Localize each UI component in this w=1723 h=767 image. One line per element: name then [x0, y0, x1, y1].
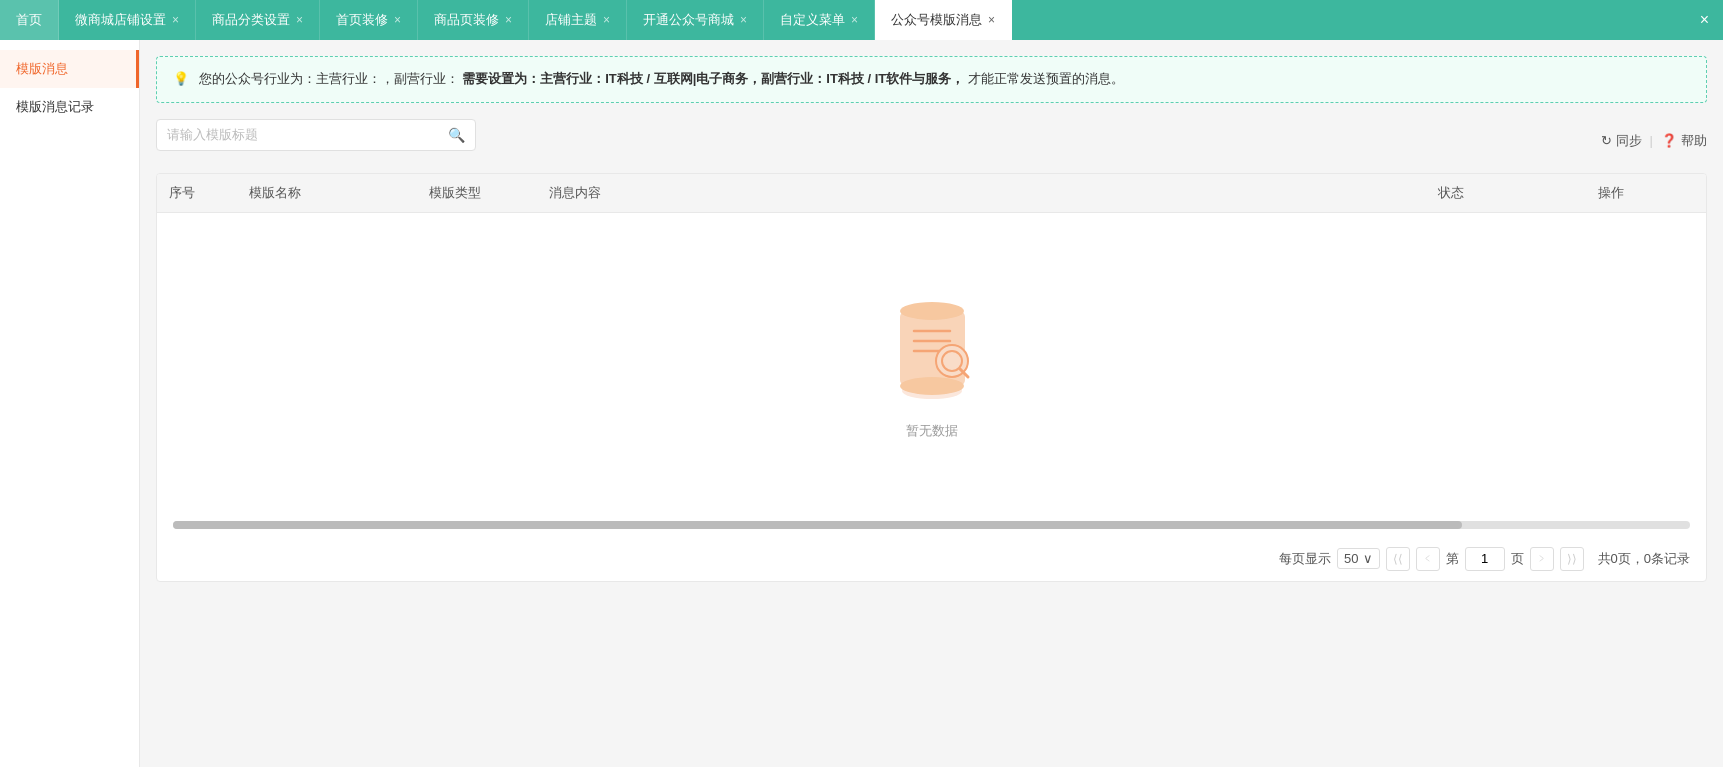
tab-label-1: 微商城店铺设置	[75, 11, 166, 29]
pagination: 每页显示 50 ∨ ⟨⟨ ﹤ 第 页 ﹥ ⟩⟩ 共0页，0条记录	[157, 537, 1706, 581]
tab-label-7: 自定义菜单	[780, 11, 845, 29]
sync-icon: ↻	[1601, 133, 1612, 148]
sidebar-item-0[interactable]: 模版消息	[0, 50, 139, 88]
sidebar: 模版消息模版消息记录	[0, 40, 140, 767]
notice-box: 💡 您的公众号行业为：主营行业：，副营行业： 需要设置为：主营行业：IT科技 /…	[156, 56, 1707, 103]
tab-8[interactable]: 公众号模版消息 ×	[875, 0, 1012, 40]
help-icon: ❓	[1661, 133, 1677, 148]
tab-3[interactable]: 首页装修 ×	[320, 0, 418, 40]
tab-label-8: 公众号模版消息	[891, 11, 982, 29]
tab-close-8[interactable]: ×	[988, 13, 995, 27]
tab-6[interactable]: 开通公众号商城 ×	[627, 0, 764, 40]
content-area: 💡 您的公众号行业为：主营行业：，副营行业： 需要设置为：主营行业：IT科技 /…	[140, 40, 1723, 767]
search-input[interactable]	[167, 127, 448, 142]
sidebar-item-1[interactable]: 模版消息记录	[0, 88, 139, 126]
sync-button[interactable]: ↻ 同步	[1601, 132, 1642, 150]
tab-close-6[interactable]: ×	[740, 13, 747, 27]
tab-label-5: 店铺主题	[545, 11, 597, 29]
tab-label-2: 商品分类设置	[212, 11, 290, 29]
tab-close-5[interactable]: ×	[603, 13, 610, 27]
total-text: 共0页，0条记录	[1598, 550, 1690, 568]
help-button[interactable]: ❓ 帮助	[1661, 132, 1707, 150]
page-size-value: 50	[1344, 551, 1358, 566]
toolbar-row: 🔍 ↻ 同步 | ❓ 帮助	[156, 119, 1707, 163]
col-type: 模版类型	[417, 174, 537, 212]
notice-suffix: 才能正常发送预置的消息。	[968, 71, 1124, 86]
tab-2[interactable]: 商品分类设置 ×	[196, 0, 320, 40]
tab-close-3[interactable]: ×	[394, 13, 401, 27]
page-unit: 页	[1511, 550, 1524, 568]
col-content: 消息内容	[537, 174, 1426, 212]
page-label: 第	[1446, 550, 1459, 568]
tab-label-3: 首页装修	[336, 11, 388, 29]
search-icon[interactable]: 🔍	[448, 127, 465, 143]
toolbar-actions: ↻ 同步 | ❓ 帮助	[1601, 132, 1707, 150]
page-input[interactable]	[1465, 547, 1505, 571]
col-index: 序号	[157, 174, 237, 212]
notice-highlight: 需要设置为：主营行业：IT科技 / 互联网|电子商务，副营行业：IT科技 / I…	[462, 71, 964, 86]
tab-close-1[interactable]: ×	[172, 13, 179, 27]
main-layout: 模版消息模版消息记录 💡 您的公众号行业为：主营行业：，副营行业： 需要设置为：…	[0, 40, 1723, 767]
tab-close-2[interactable]: ×	[296, 13, 303, 27]
tab-5[interactable]: 店铺主题 ×	[529, 0, 627, 40]
chevron-down-icon: ∨	[1363, 551, 1373, 566]
empty-illustration	[872, 286, 992, 406]
next-page-button[interactable]: ﹥	[1530, 547, 1554, 571]
tab-label-6: 开通公众号商城	[643, 11, 734, 29]
notice-prefix: 您的公众号行业为：主营行业：，副营行业：	[199, 71, 459, 86]
divider: |	[1650, 133, 1653, 148]
tab-close-4[interactable]: ×	[505, 13, 512, 27]
table-container: 序号 模版名称 模版类型 消息内容 状态 操作	[156, 173, 1707, 582]
search-bar[interactable]: 🔍	[156, 119, 476, 151]
table-header: 序号 模版名称 模版类型 消息内容 状态 操作	[157, 174, 1706, 213]
sync-label: 同步	[1616, 132, 1642, 150]
bulb-icon: 💡	[173, 71, 189, 86]
tab-4[interactable]: 商品页装修 ×	[418, 0, 529, 40]
scroll-thumb[interactable]	[173, 521, 1462, 529]
col-status: 状态	[1426, 174, 1586, 212]
tab-label-4: 商品页装修	[434, 11, 499, 29]
last-page-button[interactable]: ⟩⟩	[1560, 547, 1584, 571]
top-nav: 首页微商城店铺设置×商品分类设置×首页装修×商品页装修×店铺主题×开通公众号商城…	[0, 0, 1723, 40]
tab-close-7[interactable]: ×	[851, 13, 858, 27]
tab-7[interactable]: 自定义菜单 ×	[764, 0, 875, 40]
global-close-button[interactable]: ×	[1686, 0, 1723, 40]
col-action: 操作	[1586, 174, 1706, 212]
first-page-button[interactable]: ⟨⟨	[1386, 547, 1410, 571]
svg-point-3	[900, 377, 964, 395]
prev-page-button[interactable]: ﹤	[1416, 547, 1440, 571]
col-name: 模版名称	[237, 174, 417, 212]
table-body: 暂无数据	[157, 213, 1706, 513]
per-page-label: 每页显示	[1279, 550, 1331, 568]
tab-label-0: 首页	[16, 11, 42, 29]
page-size-select[interactable]: 50 ∨	[1337, 548, 1379, 569]
help-label: 帮助	[1681, 132, 1707, 150]
tab-0[interactable]: 首页	[0, 0, 59, 40]
empty-text: 暂无数据	[906, 422, 958, 440]
scroll-track[interactable]	[173, 521, 1690, 529]
svg-point-2	[900, 302, 964, 320]
tab-1[interactable]: 微商城店铺设置 ×	[59, 0, 196, 40]
